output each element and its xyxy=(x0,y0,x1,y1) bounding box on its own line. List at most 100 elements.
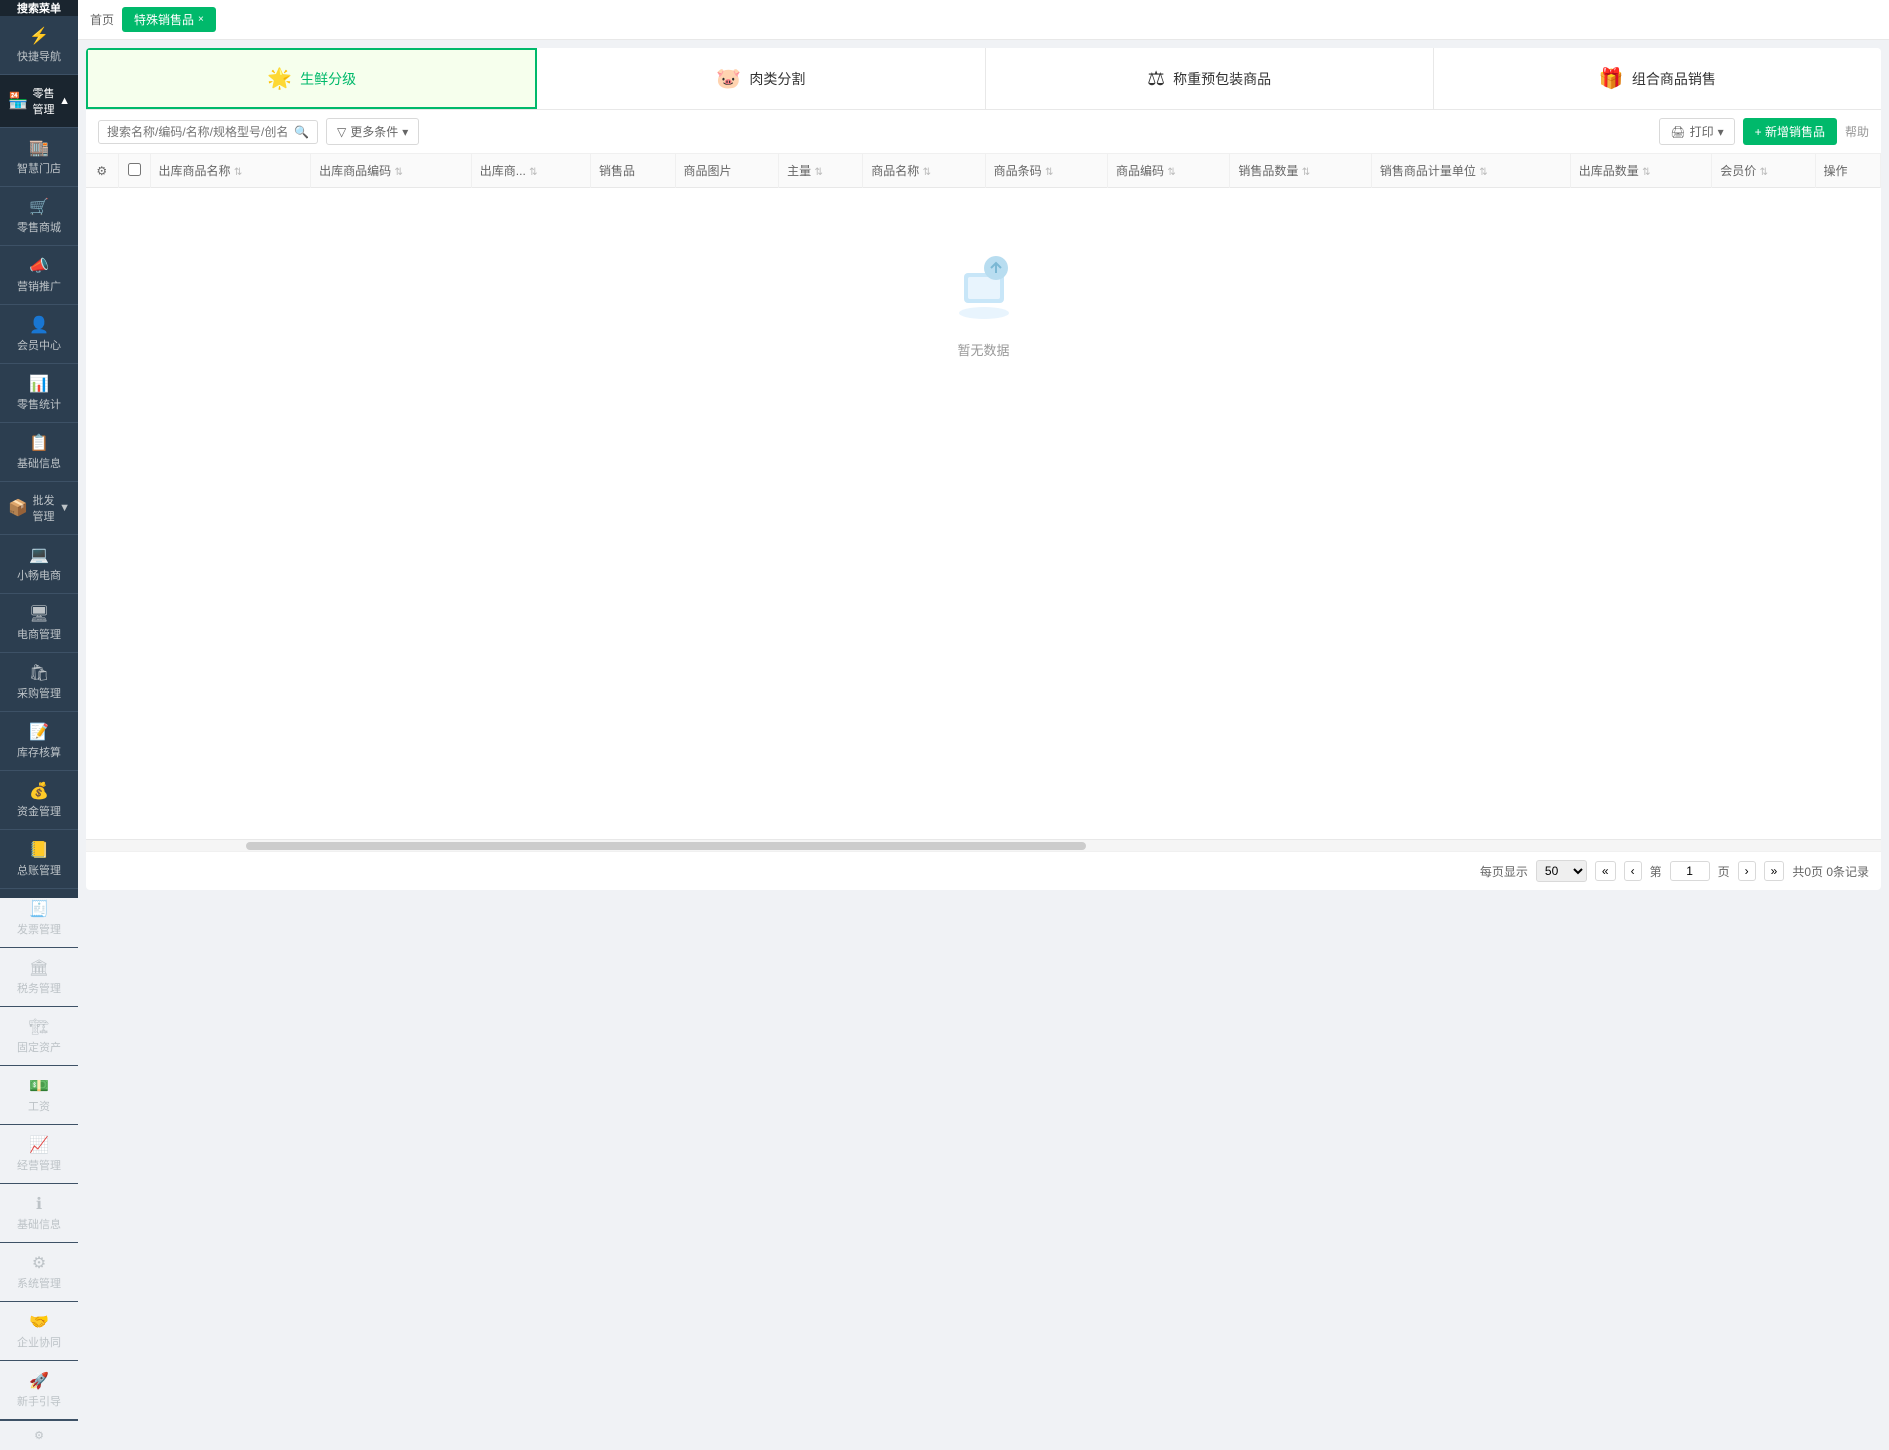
cat-tab-weight[interactable]: ⚖ 称重预包装商品 xyxy=(986,48,1434,109)
sidebar-item-business-mgmt[interactable]: 📈 经营管理 xyxy=(0,1125,78,1184)
sort-icon-8[interactable]: ⇅ xyxy=(1302,167,1310,178)
breadcrumb-home[interactable]: 首页 xyxy=(90,11,114,28)
th-product-code: 商品编码 ⇅ xyxy=(1108,154,1230,188)
sidebar-item-label: 采购管理 xyxy=(17,685,61,701)
sort-icon-6[interactable]: ⇅ xyxy=(1045,167,1053,178)
horizontal-scrollbar[interactable] xyxy=(86,839,1881,851)
page-of-label: 页 xyxy=(1718,863,1730,880)
print-label: 打印 xyxy=(1690,123,1714,140)
sidebar-logo[interactable]: 搜索菜单 xyxy=(0,0,78,16)
next-page-button[interactable]: › xyxy=(1738,861,1756,881)
sort-icon-4[interactable]: ⇅ xyxy=(815,167,823,178)
sidebar-item-retail-stats[interactable]: 📊 零售统计 xyxy=(0,364,78,423)
print-icon: 🖨 xyxy=(1670,125,1685,139)
sort-icon-11[interactable]: ⇅ xyxy=(1760,167,1768,178)
search-input[interactable] xyxy=(107,125,290,139)
search-box[interactable]: 🔍 xyxy=(98,120,318,144)
sidebar-item-collaboration[interactable]: 🤝 企业协同 xyxy=(0,1302,78,1361)
retail-mgmt-arrow: ▲ xyxy=(59,95,70,107)
per-page-select[interactable]: 50 10 20 100 xyxy=(1536,860,1587,882)
sidebar-item-purchase-mgmt[interactable]: 🛍 采购管理 xyxy=(0,653,78,712)
sort-icon-10[interactable]: ⇅ xyxy=(1642,167,1650,178)
active-tab[interactable]: 特殊销售品 × xyxy=(122,7,216,32)
filter-button[interactable]: ▽ 更多条件 ▾ xyxy=(326,118,419,145)
ecommerce-icon: 💻 xyxy=(29,545,49,565)
add-sale-item-button[interactable]: + 新增销售品 xyxy=(1743,118,1837,145)
tab-close-icon[interactable]: × xyxy=(198,14,204,25)
sidebar-item-label: 企业协同 xyxy=(17,1334,61,1350)
sidebar-item-label: 库存核算 xyxy=(17,744,61,760)
sidebar-item-label: 零售管理 xyxy=(30,85,57,117)
page-label: 第 xyxy=(1650,863,1662,880)
member-center-icon: 👤 xyxy=(29,315,49,335)
sidebar-item-system[interactable]: ⚙ 系统管理 xyxy=(0,1243,78,1302)
print-button[interactable]: 🖨 打印 ▾ xyxy=(1659,118,1734,145)
th-action: 操作 xyxy=(1815,154,1880,188)
sidebar-item-finance[interactable]: 💰 资金管理 xyxy=(0,771,78,830)
first-page-button[interactable]: « xyxy=(1595,861,1616,881)
sort-icon-2[interactable]: ⇅ xyxy=(395,167,403,178)
per-page-label: 每页显示 xyxy=(1480,863,1528,880)
scrollbar-thumb[interactable] xyxy=(246,842,1086,850)
active-tab-label: 特殊销售品 xyxy=(134,11,194,28)
sidebar-item-wholesale-mgmt[interactable]: 📦 批发管理 ▼ xyxy=(0,482,78,535)
top-bar: 首页 特殊销售品 × xyxy=(78,0,1889,40)
cat-tab-meat[interactable]: 🐷 肉类分割 xyxy=(537,48,985,109)
th-product-name: 商品名称 ⇅ xyxy=(863,154,985,188)
sidebar-item-quick-nav[interactable]: ⚡ 快捷导航 xyxy=(0,16,78,75)
category-tabs: 🌟 生鲜分级 🐷 肉类分割 ⚖ 称重预包装商品 🎁 组合商品销售 xyxy=(86,48,1881,110)
sort-icon-9[interactable]: ⇅ xyxy=(1479,167,1487,178)
sidebar-item-guide[interactable]: 🚀 新手引导 xyxy=(0,1361,78,1420)
sort-icon-7[interactable]: ⇅ xyxy=(1167,167,1175,178)
sidebar-item-base-info-1[interactable]: 📋 基础信息 xyxy=(0,423,78,482)
sidebar-item-label: 零售统计 xyxy=(17,396,61,412)
sort-icon-3[interactable]: ⇅ xyxy=(529,167,537,178)
th-checkbox[interactable] xyxy=(118,154,150,188)
sidebar-item-label: 固定资产 xyxy=(17,1039,61,1055)
sidebar-settings[interactable]: ⚙ xyxy=(0,1420,78,1450)
sidebar-item-smart-store[interactable]: 🏬 智慧门店 xyxy=(0,128,78,187)
sidebar-item-base-info-2[interactable]: ℹ 基础信息 xyxy=(0,1184,78,1243)
cat-tab-fresh[interactable]: 🌟 生鲜分级 xyxy=(86,48,537,109)
select-all-checkbox[interactable] xyxy=(128,163,141,176)
th-weight-label: 主量 xyxy=(787,164,811,178)
sidebar-item-fixed-assets[interactable]: 🏗 固定资产 xyxy=(0,1007,78,1066)
invoice-icon: 🧾 xyxy=(29,899,49,919)
meat-icon: 🐷 xyxy=(716,66,741,91)
sidebar-item-retail-mall[interactable]: 🛒 零售商城 xyxy=(0,187,78,246)
filter-label: 更多条件 xyxy=(350,123,398,140)
tax-icon: 🏛 xyxy=(29,958,49,978)
sidebar-item-tax[interactable]: 🏛 税务管理 xyxy=(0,948,78,1007)
sidebar-item-label: 发票管理 xyxy=(17,921,61,937)
quick-nav-icon: ⚡ xyxy=(29,26,49,46)
page-number-input[interactable] xyxy=(1670,861,1710,881)
help-button[interactable]: 帮助 xyxy=(1845,123,1869,140)
ledger-icon: 📒 xyxy=(29,840,49,860)
sidebar-item-label: 总账管理 xyxy=(17,862,61,878)
sidebar-item-label: 经营管理 xyxy=(17,1157,61,1173)
combo-icon: 🎁 xyxy=(1599,66,1624,91)
table-container: ⚙ 出库商品名称 ⇅ 出库商品编码 ⇅ 出库商... ⇅ xyxy=(86,154,1881,839)
filter-chevron-icon: ▾ xyxy=(402,125,408,139)
th-out-qty-label: 出库品数量 xyxy=(1579,164,1639,178)
sort-icon[interactable]: ⇅ xyxy=(234,167,242,178)
sidebar-item-inventory[interactable]: 📝 库存核算 xyxy=(0,712,78,771)
main-area: 首页 特殊销售品 × 🌟 生鲜分级 🐷 肉类分割 ⚖ 称重预包装商品 🎁 组合商… xyxy=(78,0,1889,898)
sidebar-item-salary[interactable]: 💵 工资 xyxy=(0,1066,78,1125)
th-image-label: 商品图片 xyxy=(684,164,732,178)
prev-page-button[interactable]: ‹ xyxy=(1624,861,1642,881)
sidebar-item-marketing[interactable]: 📣 营销推广 xyxy=(0,246,78,305)
wholesale-icon: 📦 xyxy=(8,498,28,518)
last-page-button[interactable]: » xyxy=(1764,861,1785,881)
sidebar-item-member-center[interactable]: 👤 会员中心 xyxy=(0,305,78,364)
sidebar-item-ledger[interactable]: 📒 总账管理 xyxy=(0,830,78,889)
th-out-name-label: 出库商品名称 xyxy=(159,164,231,178)
sidebar-item-ecommerce[interactable]: 💻 小畅电商 xyxy=(0,535,78,594)
th-settings[interactable]: ⚙ xyxy=(86,154,118,188)
sidebar-item-ecommerce-mgmt[interactable]: 🖥 电商管理 xyxy=(0,594,78,653)
sort-icon-5[interactable]: ⇅ xyxy=(923,167,931,178)
cat-tab-combo[interactable]: 🎁 组合商品销售 xyxy=(1434,48,1881,109)
sidebar-item-retail-mgmt[interactable]: 🏪 零售管理 ▲ xyxy=(0,75,78,128)
ecommerce-mgmt-icon: 🖥 xyxy=(29,604,49,624)
base-info-icon: 📋 xyxy=(29,433,49,453)
